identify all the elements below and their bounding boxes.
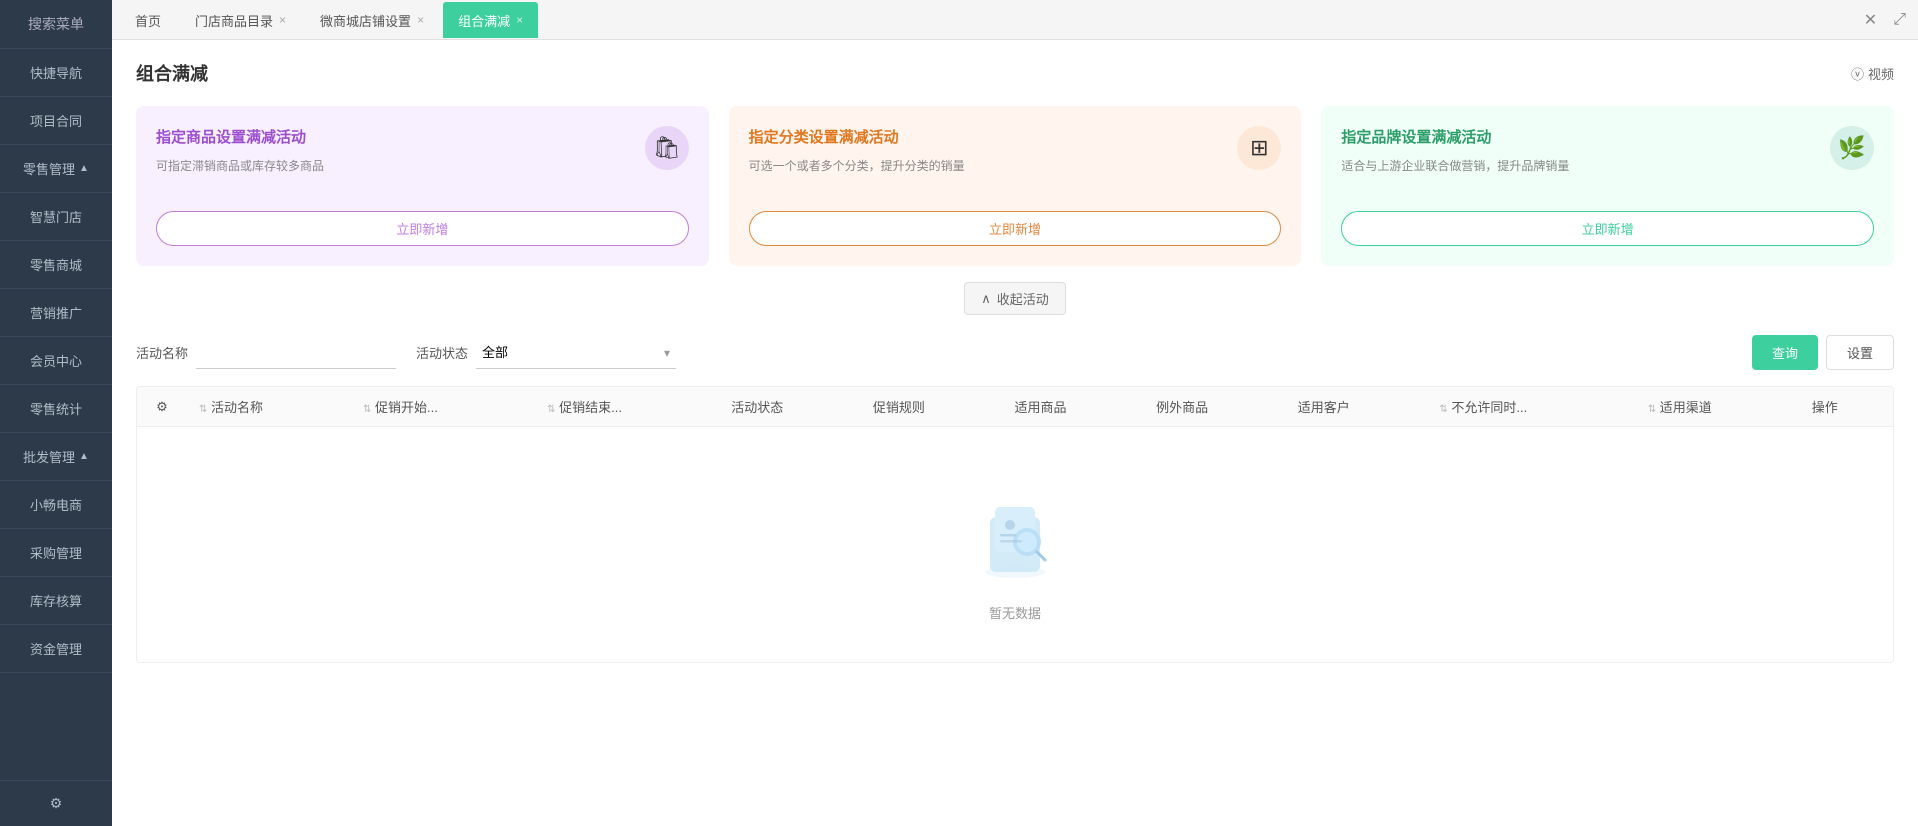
col-header-gear: ⚙ — [137, 387, 187, 427]
tab-wechat-store[interactable]: 微商城店铺设置 × — [305, 2, 439, 38]
page-header: 组合满减 ⓥ 视频 — [136, 60, 1894, 86]
col-header-exception-goods: 例外商品 — [1144, 387, 1286, 427]
sidebar-item-marketing[interactable]: 营销推广 — [0, 289, 112, 337]
sidebar-item-wholesale-mgmt[interactable]: 批发管理 ▲ — [0, 433, 112, 481]
promo-card-icon: 🛍 — [645, 126, 689, 170]
table-wrap: ⚙ ⇅ 活动名称⇅ 促销开始...⇅ 促销结束...活动状态促销规则适用商品例外商… — [136, 386, 1894, 663]
col-header-promo-end[interactable]: ⇅ 促销结束... — [535, 387, 719, 427]
promo-card-brand-promo: 指定品牌设置满减活动适合与上游企业联合做营销，提升品牌销量🌿 立即新增 — [1321, 106, 1894, 266]
collapse-activities-btn[interactable]: ∧ 收起活动 — [964, 282, 1066, 315]
promo-card-add-btn-product-promo[interactable]: 立即新增 — [156, 211, 689, 246]
col-header-no-concurrent[interactable]: ⇅ 不允许同时... — [1427, 387, 1635, 427]
promo-card-icon: 🌿 — [1830, 126, 1874, 170]
sidebar-item-xiaochangec[interactable]: 小畅电商 — [0, 481, 112, 529]
filter-bar: 活动名称 活动状态 全部进行中未开始已结束 ▾ 查询 设置 — [136, 335, 1894, 370]
tab-store-catalog[interactable]: 门店商品目录 × — [180, 2, 301, 38]
filter-activity-name: 活动名称 — [136, 337, 396, 369]
promo-card-title: 指定商品设置满减活动 — [156, 126, 689, 147]
col-header-applicable-goods: 适用商品 — [1003, 387, 1145, 427]
filter-actions: 查询 设置 — [1752, 335, 1894, 370]
sort-icon: ⇅ — [1648, 404, 1656, 415]
tab-close-btn[interactable]: × — [279, 14, 286, 26]
query-button[interactable]: 查询 — [1752, 335, 1818, 370]
col-header-promo-start[interactable]: ⇅ 促销开始... — [351, 387, 535, 427]
tab-label: 门店商品目录 — [195, 11, 273, 30]
col-header-applicable-channel[interactable]: ⇅ 适用渠道 — [1636, 387, 1800, 427]
video-link[interactable]: ⓥ 视频 — [1851, 64, 1894, 83]
sidebar-item-quick-nav[interactable]: 快捷导航 — [0, 49, 112, 97]
activity-status-label: 活动状态 — [416, 343, 468, 362]
empty-icon — [965, 487, 1065, 587]
sidebar-item-member-center[interactable]: 会员中心 — [0, 337, 112, 385]
tab-actions: ✕ ⤢ — [1860, 6, 1910, 34]
collapse-btn-label: 收起活动 — [997, 289, 1049, 308]
tab-bar: 首页门店商品目录 ×微商城店铺设置 ×组合满减 × ✕ ⤢ — [112, 0, 1918, 40]
chevron-icon: ▲ — [79, 163, 89, 174]
empty-state: 暂无数据 — [137, 427, 1893, 662]
sort-icon: ⇅ — [363, 404, 371, 415]
tab-close-btn[interactable]: × — [516, 14, 523, 26]
activity-name-label: 活动名称 — [136, 343, 188, 362]
play-circle-icon: ⓥ — [1851, 64, 1864, 83]
promo-card-add-btn-brand-promo[interactable]: 立即新增 — [1341, 211, 1874, 246]
promo-card-category-promo: 指定分类设置满减活动可选一个或者多个分类，提升分类的销量⊞立即新增 — [729, 106, 1302, 266]
col-header-applicable-customer: 适用客户 — [1286, 387, 1428, 427]
page-content: 组合满减 ⓥ 视频 指定商品设置满减活动可指定滞销商品或库存较多商品🛍立即新增指… — [112, 40, 1918, 826]
col-header-activity-status: 活动状态 — [719, 387, 861, 427]
sort-icon: ⇅ — [547, 404, 555, 415]
promo-card-desc: 可指定滞销商品或库存较多商品 — [156, 157, 689, 197]
col-header-activity-name[interactable]: ⇅ 活动名称 — [187, 387, 351, 427]
tab-label: 首页 — [135, 11, 161, 30]
sidebar-settings[interactable]: ⚙ — [0, 780, 112, 826]
sidebar-item-retail-mgmt[interactable]: 零售管理 ▲ — [0, 145, 112, 193]
activity-name-input[interactable] — [196, 337, 396, 369]
tab-label: 组合满减 — [458, 11, 510, 30]
activity-status-select-wrap: 全部进行中未开始已结束 ▾ — [476, 337, 676, 369]
tab-label: 微商城店铺设置 — [320, 11, 411, 30]
settings-button[interactable]: 设置 — [1826, 335, 1894, 370]
page-title: 组合满减 — [136, 60, 208, 86]
promo-card-product-promo: 指定商品设置满减活动可指定滞销商品或库存较多商品🛍 立即新增 — [136, 106, 709, 266]
tab-home[interactable]: 首页 — [120, 2, 176, 38]
promo-card-title: 指定分类设置满减活动 — [749, 126, 1282, 147]
gear-icon[interactable]: ⚙ — [156, 399, 168, 414]
sort-icon: ⇅ — [1439, 404, 1447, 415]
tab-combo-discount[interactable]: 组合满减 × — [443, 2, 538, 38]
promo-card-add-btn-category-promo[interactable]: 立即新增 — [749, 211, 1282, 246]
sidebar-item-finance[interactable]: 资金管理 — [0, 625, 112, 673]
data-table: ⚙ ⇅ 活动名称⇅ 促销开始...⇅ 促销结束...活动状态促销规则适用商品例外商… — [137, 387, 1893, 427]
collapse-bar: ∧ 收起活动 — [136, 282, 1894, 315]
promo-card-title: 指定品牌设置满减活动 — [1341, 126, 1874, 147]
sidebar-item-inventory[interactable]: 库存核算 — [0, 577, 112, 625]
sidebar: 搜索菜单 快捷导航项目合同零售管理 ▲智慧门店零售商城营销推广会员中心零售统计批… — [0, 0, 112, 826]
activity-status-select[interactable]: 全部进行中未开始已结束 — [476, 337, 676, 369]
chevron-icon: ▲ — [79, 451, 89, 462]
maximize-window-btn[interactable]: ⤢ — [1889, 7, 1910, 33]
sort-icon: ⇅ — [199, 404, 207, 415]
main-area: 首页门店商品目录 ×微商城店铺设置 ×组合满减 × ✕ ⤢ 组合满减 ⓥ 视频 … — [112, 0, 1918, 826]
col-header-promo-rule: 促销规则 — [861, 387, 1003, 427]
chevron-up-icon: ∧ — [981, 291, 991, 307]
filter-activity-status: 活动状态 全部进行中未开始已结束 ▾ — [416, 337, 676, 369]
sidebar-item-smart-store[interactable]: 智慧门店 — [0, 193, 112, 241]
tab-close-btn[interactable]: × — [417, 14, 424, 26]
col-header-action: 操作 — [1800, 387, 1893, 427]
promo-card-desc: 适合与上游企业联合做营销，提升品牌销量 — [1341, 157, 1874, 197]
sidebar-item-purchase-mgmt[interactable]: 采购管理 — [0, 529, 112, 577]
promo-cards: 指定商品设置满减活动可指定滞销商品或库存较多商品🛍 立即新增 指定分类设置满减活动可… — [136, 106, 1894, 266]
close-window-btn[interactable]: ✕ — [1860, 6, 1881, 34]
empty-text: 暂无数据 — [157, 603, 1873, 622]
promo-card-desc: 可选一个或者多个分类，提升分类的销量 — [749, 157, 1282, 197]
sidebar-item-project-contract[interactable]: 项目合同 — [0, 97, 112, 145]
sidebar-item-retail-mall[interactable]: 零售商城 — [0, 241, 112, 289]
sidebar-search[interactable]: 搜索菜单 — [0, 0, 112, 49]
sidebar-item-retail-stats[interactable]: 零售统计 — [0, 385, 112, 433]
